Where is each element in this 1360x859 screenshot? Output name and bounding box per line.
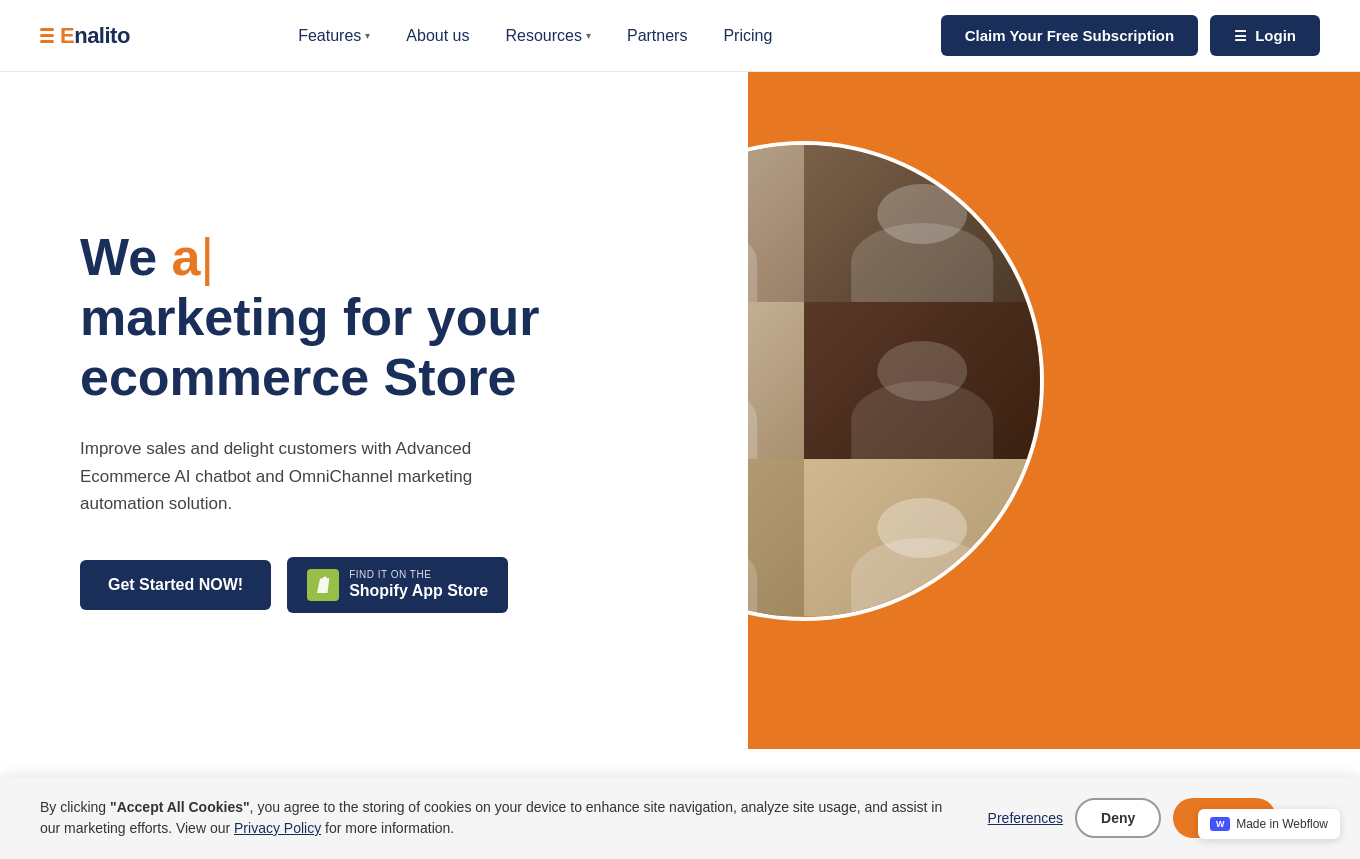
hero-heading: We a| marketing for your ecommerce Store bbox=[80, 228, 688, 407]
get-started-button[interactable]: Get Started NOW! bbox=[80, 560, 271, 610]
face-cell-3 bbox=[748, 302, 804, 459]
face-cell-5 bbox=[748, 459, 804, 616]
hero-image-area bbox=[748, 72, 1360, 749]
hero-description: Improve sales and delight customers with… bbox=[80, 435, 560, 517]
shopify-app-store-button[interactable]: FIND IT ON THE Shopify App Store bbox=[287, 557, 508, 613]
faces-grid bbox=[748, 141, 1044, 621]
nav-links: Features ▾ About us Resources ▾ Partners… bbox=[298, 27, 772, 45]
logo-bar-3 bbox=[40, 40, 54, 43]
avatar-body-2 bbox=[852, 223, 994, 302]
nav-item-partners[interactable]: Partners bbox=[627, 27, 687, 45]
chevron-down-icon: ▾ bbox=[586, 30, 591, 41]
text-cursor: | bbox=[200, 228, 214, 286]
nav-link-partners[interactable]: Partners bbox=[627, 27, 687, 45]
logo-text: Enalito bbox=[60, 23, 130, 49]
nav-item-features[interactable]: Features ▾ bbox=[298, 27, 370, 45]
avatar-body-5 bbox=[748, 538, 757, 617]
hamburger-icon: ☰ bbox=[1234, 28, 1247, 44]
avatar-body-4 bbox=[852, 381, 994, 460]
nav-item-resources[interactable]: Resources ▾ bbox=[505, 27, 590, 45]
nav-actions: Claim Your Free Subscription ☰ Login bbox=[941, 15, 1320, 56]
person-avatar-5 bbox=[748, 459, 804, 616]
nav-item-about[interactable]: About us bbox=[406, 27, 469, 45]
nav-link-about[interactable]: About us bbox=[406, 27, 469, 45]
person-avatar-1 bbox=[748, 145, 804, 302]
nav-link-resources[interactable]: Resources ▾ bbox=[505, 27, 590, 45]
hero-section: We a| marketing for your ecommerce Store… bbox=[0, 72, 1360, 749]
faces-circle-container bbox=[748, 141, 1104, 681]
avatar-body-1 bbox=[748, 223, 757, 302]
claim-subscription-button[interactable]: Claim Your Free Subscription bbox=[941, 15, 1199, 56]
face-cell-4 bbox=[804, 302, 1040, 459]
person-avatar-2 bbox=[804, 145, 1040, 302]
logo-link[interactable]: Enalito bbox=[40, 23, 130, 49]
face-cell-2 bbox=[804, 145, 1040, 302]
logo-icon bbox=[40, 28, 54, 43]
shopify-icon bbox=[307, 569, 339, 601]
chevron-down-icon: ▾ bbox=[365, 30, 370, 41]
nav-link-pricing[interactable]: Pricing bbox=[723, 27, 772, 45]
face-cell-6 bbox=[804, 459, 1040, 616]
hero-content: We a| marketing for your ecommerce Store… bbox=[0, 72, 748, 749]
avatar-body-6 bbox=[852, 538, 994, 617]
logo-bars bbox=[40, 28, 54, 43]
person-avatar-4 bbox=[804, 302, 1040, 459]
nav-link-features[interactable]: Features ▾ bbox=[298, 27, 370, 45]
shopify-badge: FIND IT ON THE Shopify App Store bbox=[349, 569, 488, 600]
face-cell-1 bbox=[748, 145, 804, 302]
avatar-body-3 bbox=[748, 381, 757, 460]
hero-buttons: Get Started NOW! FIND IT ON THE Shopify … bbox=[80, 557, 688, 613]
nav-item-pricing[interactable]: Pricing bbox=[723, 27, 772, 45]
main-navigation: Enalito Features ▾ About us Resources ▾ … bbox=[0, 0, 1360, 72]
logo-bar-2 bbox=[40, 34, 54, 37]
person-avatar-3 bbox=[748, 302, 804, 459]
logo-bar-1 bbox=[40, 28, 54, 31]
login-button[interactable]: ☰ Login bbox=[1210, 15, 1320, 56]
person-avatar-6 bbox=[804, 459, 1040, 616]
